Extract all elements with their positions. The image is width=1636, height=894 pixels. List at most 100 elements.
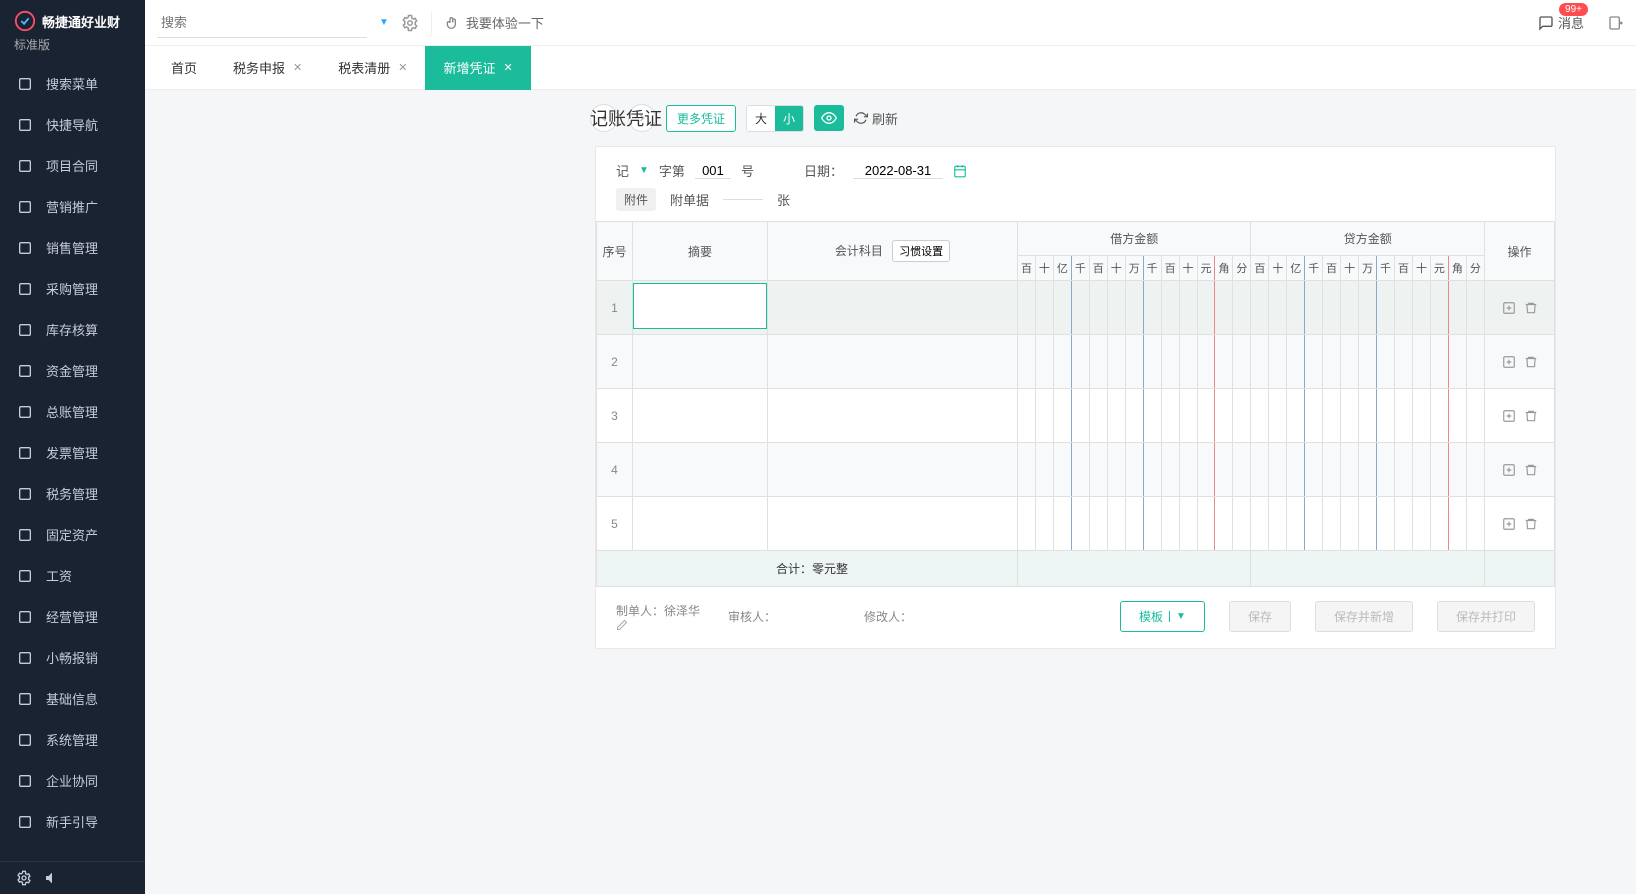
settings-icon[interactable] [16, 870, 32, 886]
credit-cell[interactable] [1359, 389, 1377, 443]
credit-cell[interactable] [1430, 497, 1448, 551]
credit-cell[interactable] [1359, 281, 1377, 335]
save-print-button[interactable]: 保存并打印 [1437, 601, 1535, 632]
debit-cell[interactable] [1053, 389, 1071, 443]
debit-cell[interactable] [1161, 497, 1179, 551]
tab-2[interactable]: 税表清册✕ [320, 46, 425, 90]
debit-cell[interactable] [1233, 443, 1251, 497]
sidebar-item-2[interactable]: 项目合同 [0, 145, 145, 186]
debit-cell[interactable] [1179, 443, 1197, 497]
debit-cell[interactable] [1035, 281, 1053, 335]
debit-cell[interactable] [1035, 443, 1053, 497]
delete-row-icon[interactable] [1524, 409, 1538, 423]
credit-cell[interactable] [1430, 335, 1448, 389]
sidebar-item-16[interactable]: 系统管理 [0, 719, 145, 760]
debit-cell[interactable] [1071, 389, 1089, 443]
credit-cell[interactable] [1466, 497, 1484, 551]
credit-cell[interactable] [1305, 443, 1323, 497]
credit-cell[interactable] [1323, 281, 1341, 335]
add-row-icon[interactable] [1502, 355, 1516, 369]
sidebar-item-7[interactable]: 资金管理 [0, 350, 145, 391]
credit-cell[interactable] [1287, 497, 1305, 551]
credit-cell[interactable] [1377, 281, 1395, 335]
credit-cell[interactable] [1269, 443, 1287, 497]
credit-cell[interactable] [1377, 443, 1395, 497]
more-vouchers-button[interactable]: 更多凭证 [666, 105, 736, 132]
sidebar-item-18[interactable]: 新手引导 [0, 801, 145, 842]
credit-cell[interactable] [1287, 281, 1305, 335]
credit-cell[interactable] [1430, 389, 1448, 443]
close-icon[interactable]: ✕ [398, 61, 407, 74]
credit-cell[interactable] [1466, 281, 1484, 335]
preview-button[interactable] [814, 105, 844, 131]
debit-cell[interactable] [1035, 389, 1053, 443]
debit-cell[interactable] [1161, 281, 1179, 335]
debit-cell[interactable] [1179, 497, 1197, 551]
credit-cell[interactable] [1359, 497, 1377, 551]
habit-settings-button[interactable]: 习惯设置 [892, 240, 950, 262]
credit-cell[interactable] [1305, 281, 1323, 335]
add-row-icon[interactable] [1502, 301, 1516, 315]
close-icon[interactable]: ✕ [504, 61, 513, 74]
debit-cell[interactable] [1107, 443, 1125, 497]
summary-input[interactable] [633, 283, 767, 329]
debit-cell[interactable] [1089, 281, 1107, 335]
close-icon[interactable]: ✕ [293, 61, 302, 74]
edit-icon[interactable] [616, 619, 704, 631]
debit-cell[interactable] [1071, 443, 1089, 497]
debit-cell[interactable] [1197, 335, 1215, 389]
debit-cell[interactable] [1107, 497, 1125, 551]
debit-cell[interactable] [1089, 443, 1107, 497]
tab-0[interactable]: 首页 [153, 46, 215, 90]
credit-cell[interactable] [1395, 281, 1413, 335]
debit-cell[interactable] [1089, 389, 1107, 443]
sidebar-item-0[interactable]: 搜索菜单 [0, 63, 145, 104]
debit-cell[interactable] [1125, 335, 1143, 389]
credit-cell[interactable] [1305, 335, 1323, 389]
template-button[interactable]: 模板 ▼ [1120, 601, 1205, 632]
credit-cell[interactable] [1412, 443, 1430, 497]
credit-cell[interactable] [1448, 497, 1466, 551]
debit-cell[interactable] [1053, 443, 1071, 497]
delete-row-icon[interactable] [1524, 301, 1538, 315]
credit-cell[interactable] [1251, 389, 1269, 443]
credit-cell[interactable] [1323, 335, 1341, 389]
sidebar-item-4[interactable]: 销售管理 [0, 227, 145, 268]
credit-cell[interactable] [1377, 389, 1395, 443]
debit-cell[interactable] [1035, 335, 1053, 389]
add-row-icon[interactable] [1502, 409, 1516, 423]
sidebar-item-12[interactable]: 工资 [0, 555, 145, 596]
credit-cell[interactable] [1269, 389, 1287, 443]
sidebar-item-5[interactable]: 采购管理 [0, 268, 145, 309]
chevron-down-icon[interactable]: ▼ [639, 165, 649, 176]
debit-cell[interactable] [1053, 497, 1071, 551]
subject-cell[interactable] [768, 497, 1018, 551]
credit-cell[interactable] [1251, 335, 1269, 389]
credit-cell[interactable] [1341, 443, 1359, 497]
sidebar-item-8[interactable]: 总账管理 [0, 391, 145, 432]
credit-cell[interactable] [1395, 497, 1413, 551]
debit-cell[interactable] [1089, 335, 1107, 389]
credit-cell[interactable] [1359, 335, 1377, 389]
debit-cell[interactable] [1018, 497, 1036, 551]
subject-cell[interactable] [768, 443, 1018, 497]
add-row-icon[interactable] [1502, 463, 1516, 477]
volume-icon[interactable] [44, 870, 60, 886]
sidebar-item-11[interactable]: 固定资产 [0, 514, 145, 555]
debit-cell[interactable] [1215, 443, 1233, 497]
summary-cell[interactable] [633, 497, 768, 551]
voucher-type[interactable]: 记 [616, 161, 629, 180]
debit-cell[interactable] [1197, 389, 1215, 443]
debit-cell[interactable] [1143, 497, 1161, 551]
debit-cell[interactable] [1018, 281, 1036, 335]
debit-cell[interactable] [1179, 281, 1197, 335]
debit-cell[interactable] [1143, 335, 1161, 389]
debit-cell[interactable] [1125, 497, 1143, 551]
credit-cell[interactable] [1359, 443, 1377, 497]
debit-cell[interactable] [1089, 497, 1107, 551]
credit-cell[interactable] [1269, 281, 1287, 335]
date-input[interactable] [853, 163, 943, 179]
credit-cell[interactable] [1466, 335, 1484, 389]
credit-cell[interactable] [1323, 389, 1341, 443]
refresh-button[interactable]: 刷新 [854, 109, 898, 128]
